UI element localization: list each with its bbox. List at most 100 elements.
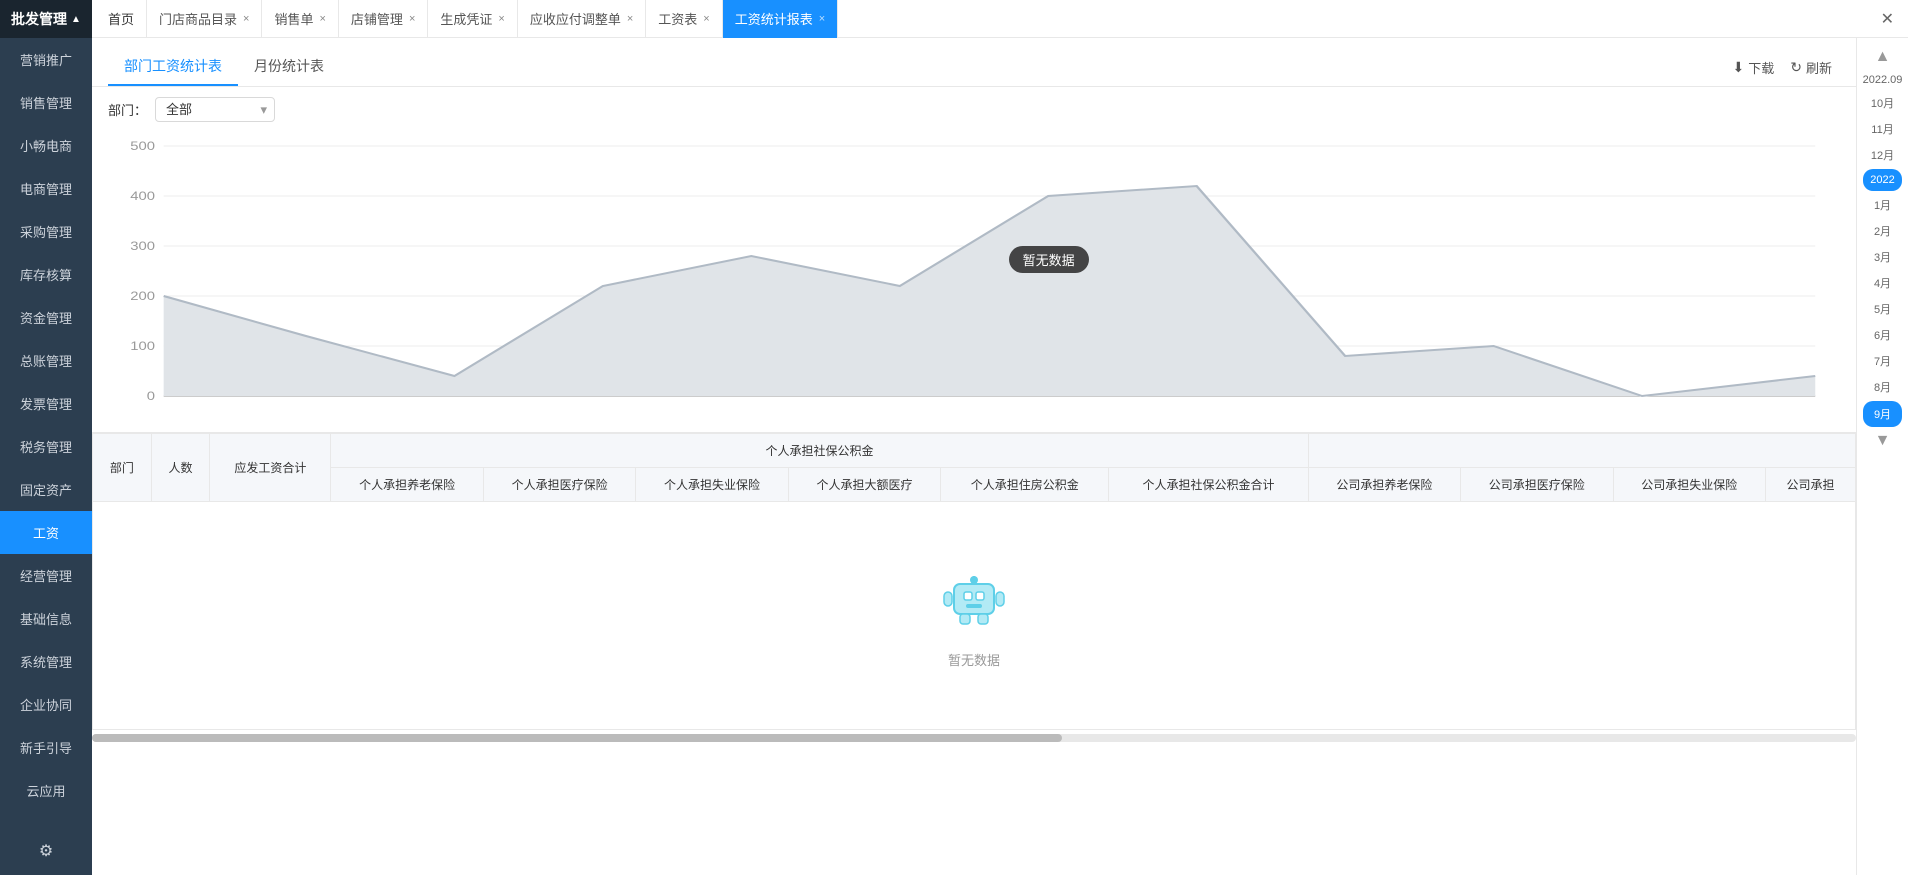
sidebar-item-gdzy[interactable]: 固定资产 [0, 468, 92, 511]
col-personal-housing: 个人承担住房公积金 [941, 468, 1109, 502]
sidebar-item-jygl[interactable]: 经营管理 [0, 554, 92, 597]
settings-button[interactable]: ⚙ [0, 827, 92, 875]
tab-month-stats[interactable]: 月份统计表 [238, 48, 340, 86]
col-company-pension: 公司承担养老保险 [1308, 468, 1460, 502]
chart-area: 500 400 300 200 100 0 [108, 132, 1840, 432]
svg-text:100: 100 [130, 339, 155, 352]
tab-goods[interactable]: 门店商品目录× [147, 0, 262, 38]
col-total-salary: 应发工资合计 [210, 434, 331, 502]
tab-close-argl[interactable]: × [627, 13, 633, 25]
sidebar-item-qyxt[interactable]: 企业协同 [0, 683, 92, 726]
timeline-current-year: 2022.09 [1857, 70, 1908, 90]
col-personal-pension: 个人承担养老保险 [331, 468, 483, 502]
col-company-other: 公司承担 [1765, 468, 1855, 502]
tab-close-statis[interactable]: × [819, 13, 825, 25]
sidebar-item-jcxx[interactable]: 基础信息 [0, 597, 92, 640]
col-headcount: 人数 [151, 434, 210, 502]
tab-store[interactable]: 店铺管理× [339, 0, 428, 38]
sidebar-item-xtgl[interactable]: 系统管理 [0, 640, 92, 683]
refresh-icon: ↻ [1790, 59, 1802, 76]
filter-bar: 部门： 全部 [92, 87, 1856, 132]
sidebar-item-dsgf[interactable]: 电商管理 [0, 167, 92, 210]
tab-salary[interactable]: 工资表× [646, 0, 722, 38]
timeline-month-5[interactable]: 5月 [1857, 296, 1908, 322]
timeline-month-10[interactable]: 10月 [1857, 90, 1908, 116]
refresh-button[interactable]: ↻ 刷新 [1790, 58, 1832, 77]
col-company-insurance-group [1308, 434, 1855, 468]
sidebar-arrow-icon: ▲ [71, 14, 81, 25]
timeline-up-button[interactable]: ▲ [1871, 44, 1895, 70]
gear-icon: ⚙ [39, 843, 53, 860]
timeline-month-6[interactable]: 6月 [1857, 322, 1908, 348]
sidebar-item-zjgl[interactable]: 资金管理 [0, 296, 92, 339]
timeline-month-8[interactable]: 8月 [1857, 374, 1908, 400]
timeline-down-button[interactable]: ▼ [1871, 428, 1895, 454]
timeline-month-9[interactable]: 9月 [1863, 401, 1902, 427]
no-data-cell: 暂无数据 [93, 502, 1856, 730]
download-icon: ⬇ [1733, 59, 1745, 76]
sidebar-header[interactable]: 批发管理 ▲ [0, 0, 92, 38]
sidebar-item-yyyf[interactable]: 云应用 [0, 769, 92, 812]
table-wrapper: 部门 人数 应发工资合计 个人承担社保公积金 个人承担养老保险 个人承担医疗保险… [92, 432, 1856, 875]
sub-tabs: 部门工资统计表 月份统计表 ⬇ 下载 ↻ 刷新 [92, 38, 1856, 87]
svg-text:400: 400 [130, 189, 155, 202]
timeline-month-11[interactable]: 11月 [1857, 116, 1908, 142]
salary-chart: 500 400 300 200 100 0 [108, 132, 1840, 432]
close-all-tabs-button[interactable]: ✕ [1871, 9, 1904, 29]
timeline-year-2022[interactable]: 2022 [1863, 169, 1902, 191]
col-personal-unemployment: 个人承担失业保险 [636, 468, 788, 502]
page-body: 部门工资统计表 月份统计表 ⬇ 下载 ↻ 刷新 部门： [92, 38, 1856, 875]
sidebar-title: 批发管理 [11, 9, 67, 29]
sidebar-item-kchs[interactable]: 库存核算 [0, 253, 92, 296]
sidebar-item-swgl[interactable]: 税务管理 [0, 425, 92, 468]
sidebar-item-xsyd[interactable]: 新手引导 [0, 726, 92, 769]
sidebar-item-xsgf[interactable]: 销售管理 [0, 81, 92, 124]
timeline-month-4[interactable]: 4月 [1857, 270, 1908, 296]
col-personal-major-medical: 个人承担大额医疗 [788, 468, 940, 502]
timeline-month-2[interactable]: 2月 [1857, 218, 1908, 244]
tab-sales[interactable]: 销售单× [262, 0, 338, 38]
download-button[interactable]: ⬇ 下载 [1733, 58, 1775, 77]
svg-text:300: 300 [130, 239, 155, 252]
tab-statis[interactable]: 工资统计报表× [723, 0, 838, 38]
sidebar-item-xpds[interactable]: 小畅电商 [0, 124, 92, 167]
no-data-label: 暂无数据 [948, 650, 1000, 669]
timeline-panel: ▲ 2022.09 10月 11月 12月 2022 1月 2月 3月 4月 5… [1856, 38, 1908, 875]
tab-close-sales[interactable]: × [319, 13, 325, 25]
tab-close-store[interactable]: × [409, 13, 415, 25]
sidebar-item-zzgl[interactable]: 总账管理 [0, 339, 92, 382]
salary-table: 部门 人数 应发工资合计 个人承担社保公积金 个人承担养老保险 个人承担医疗保险… [92, 433, 1856, 730]
svg-text:0: 0 [147, 389, 155, 402]
sidebar-item-fpgl[interactable]: 发票管理 [0, 382, 92, 425]
chart-tooltip: 暂无数据 [1009, 246, 1089, 273]
timeline-month-3[interactable]: 3月 [1857, 244, 1908, 270]
col-dept: 部门 [93, 434, 152, 502]
tab-close-salary[interactable]: × [703, 13, 709, 25]
tab-argl[interactable]: 应收应付调整单× [518, 0, 646, 38]
tab-close-gen[interactable]: × [498, 13, 504, 25]
timeline-month-1[interactable]: 1月 [1857, 192, 1908, 218]
tabbar: 首页门店商品目录×销售单×店铺管理×生成凭证×应收应付调整单×工资表×工资统计报… [92, 0, 1908, 38]
tab-gen[interactable]: 生成凭证× [428, 0, 517, 38]
sidebar: 批发管理 ▲ 营销推广销售管理小畅电商电商管理采购管理库存核算资金管理总账管理发… [0, 0, 92, 875]
sidebar-item-yxtt[interactable]: 营销推广 [0, 38, 92, 81]
timeline-month-12[interactable]: 12月 [1857, 142, 1908, 168]
col-company-unemployment: 公司承担失业保险 [1613, 468, 1765, 502]
no-data-robot-icon [934, 562, 1014, 642]
svg-text:500: 500 [130, 139, 155, 152]
main-area: 首页门店商品目录×销售单×店铺管理×生成凭证×应收应付调整单×工资表×工资统计报… [92, 0, 1908, 875]
tab-dept-salary[interactable]: 部门工资统计表 [108, 48, 238, 86]
dept-filter-label: 部门： [108, 100, 147, 119]
dept-select[interactable]: 全部 [155, 97, 275, 122]
tab-home[interactable]: 首页 [96, 0, 147, 38]
col-personal-medical: 个人承担医疗保险 [483, 468, 635, 502]
tab-close-goods[interactable]: × [243, 13, 249, 25]
sidebar-item-gz[interactable]: 工资 [0, 511, 92, 554]
dept-select-wrapper[interactable]: 全部 [155, 97, 275, 122]
col-company-medical: 公司承担医疗保险 [1461, 468, 1613, 502]
svg-text:200: 200 [130, 289, 155, 302]
sidebar-item-cggl[interactable]: 采购管理 [0, 210, 92, 253]
col-personal-total: 个人承担社保公积金合计 [1109, 468, 1308, 502]
timeline-month-7[interactable]: 7月 [1857, 348, 1908, 374]
content-area: 部门工资统计表 月份统计表 ⬇ 下载 ↻ 刷新 部门： [92, 38, 1908, 875]
